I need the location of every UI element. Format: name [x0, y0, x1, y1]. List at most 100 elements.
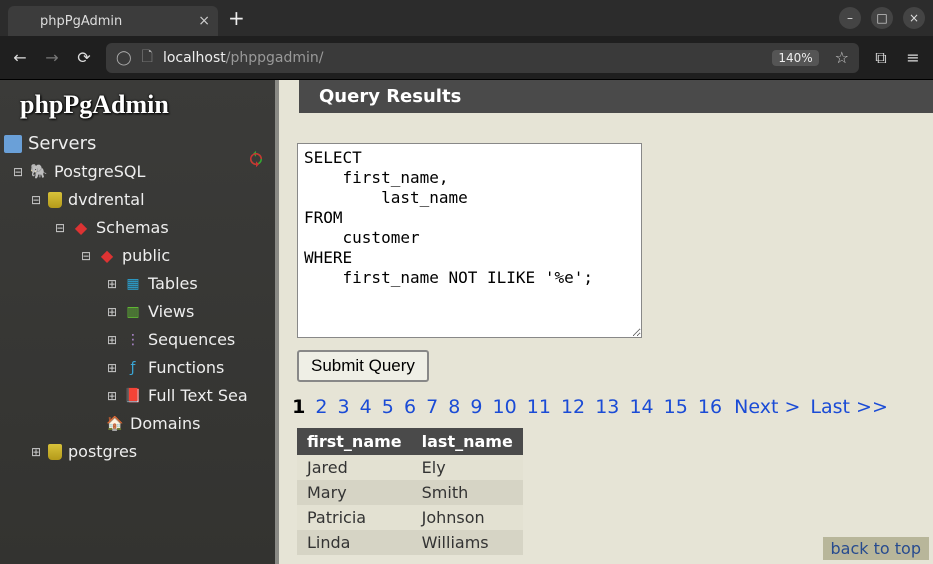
- domains-icon: 🏠: [106, 415, 124, 433]
- table-row: PatriciaJohnson: [297, 505, 523, 530]
- tables-icon: ▦: [124, 275, 142, 293]
- page-title: Query Results: [299, 80, 933, 113]
- sidebar: phpPgAdmin Servers 🐘 PostgreSQL dvdrenta…: [0, 80, 279, 564]
- url-text: localhost/phppgadmin/: [163, 50, 324, 66]
- page-2[interactable]: 2: [315, 396, 327, 418]
- pagination: 1 2 3 4 5 6 7 8 9 10 11 12 13 14 15 16 N…: [279, 396, 899, 418]
- table-row: MarySmith: [297, 480, 523, 505]
- bookmark-star-icon[interactable]: ☆: [835, 48, 849, 67]
- page-16[interactable]: 16: [698, 396, 722, 418]
- toggle-icon[interactable]: [106, 354, 118, 382]
- table-cell: Jared: [297, 455, 412, 480]
- tree-servers[interactable]: Servers: [4, 130, 275, 158]
- page-13[interactable]: 13: [595, 396, 619, 418]
- page-6[interactable]: 6: [404, 396, 416, 418]
- window-titlebar: phpPgAdmin × + – □ ×: [0, 0, 933, 36]
- page-11[interactable]: 11: [527, 396, 551, 418]
- shield-icon: ◯: [116, 50, 132, 66]
- functions-icon: ƒ: [124, 359, 142, 377]
- tree-tables[interactable]: ▦ Tables: [4, 270, 275, 298]
- url-host: localhost: [163, 50, 226, 66]
- tree-fts[interactable]: 📕 Full Text Sea: [4, 382, 275, 410]
- server-icon: [4, 135, 22, 153]
- browser-tab[interactable]: phpPgAdmin ×: [8, 6, 218, 36]
- tree-db-postgres[interactable]: postgres: [4, 438, 275, 466]
- minimize-button[interactable]: –: [839, 7, 861, 29]
- tree-sequences[interactable]: ⋮ Sequences: [4, 326, 275, 354]
- toggle-icon[interactable]: [106, 326, 118, 354]
- back-button[interactable]: ←: [10, 48, 30, 67]
- new-tab-button[interactable]: +: [228, 6, 245, 30]
- toggle-icon[interactable]: [12, 158, 24, 186]
- column-header[interactable]: last_name: [412, 428, 523, 455]
- page-last[interactable]: Last >>: [810, 396, 887, 418]
- table-cell: Mary: [297, 480, 412, 505]
- forward-button[interactable]: →: [42, 48, 62, 67]
- page-1: 1: [292, 396, 305, 418]
- toggle-icon[interactable]: [30, 186, 42, 214]
- tree-schemas[interactable]: ◆ Schemas: [4, 214, 275, 242]
- page-3[interactable]: 3: [338, 396, 350, 418]
- page-15[interactable]: 15: [664, 396, 688, 418]
- fts-icon: 📕: [124, 387, 142, 405]
- table-cell: Linda: [297, 530, 412, 555]
- page-next[interactable]: Next >: [734, 396, 800, 418]
- page-14[interactable]: 14: [629, 396, 653, 418]
- table-cell: Williams: [412, 530, 523, 555]
- tab-title: phpPgAdmin: [40, 14, 190, 29]
- page-12[interactable]: 12: [561, 396, 585, 418]
- page-5[interactable]: 5: [382, 396, 394, 418]
- back-to-top-link[interactable]: back to top: [823, 537, 929, 560]
- pocket-icon[interactable]: ⧉: [871, 48, 891, 68]
- table-cell: Ely: [412, 455, 523, 480]
- postgresql-icon: 🐘: [30, 163, 48, 181]
- page-8[interactable]: 8: [448, 396, 460, 418]
- window-controls: – □ ×: [839, 7, 925, 29]
- views-icon: ▥: [124, 303, 142, 321]
- tab-favicon: [16, 13, 32, 29]
- toggle-icon[interactable]: [106, 298, 118, 326]
- tree-db-dvdrental[interactable]: dvdrental: [4, 186, 275, 214]
- page-10[interactable]: 10: [493, 396, 517, 418]
- results-table: first_namelast_name JaredElyMarySmithPat…: [297, 428, 523, 555]
- tree-views[interactable]: ▥ Views: [4, 298, 275, 326]
- page-7[interactable]: 7: [426, 396, 438, 418]
- toggle-icon[interactable]: [54, 214, 66, 242]
- zoom-badge[interactable]: 140%: [772, 50, 818, 66]
- maximize-button[interactable]: □: [871, 7, 893, 29]
- reload-button[interactable]: ⟳: [74, 48, 94, 67]
- url-path: /phppgadmin/: [226, 50, 324, 66]
- tree-postgresql[interactable]: 🐘 PostgreSQL: [4, 158, 275, 186]
- phppgadmin-logo: phpPgAdmin: [20, 90, 275, 120]
- schemas-icon: ◆: [72, 219, 90, 237]
- menu-icon[interactable]: ≡: [903, 48, 923, 67]
- refresh-tree-icon[interactable]: [247, 150, 265, 168]
- column-header[interactable]: first_name: [297, 428, 412, 455]
- table-cell: Johnson: [412, 505, 523, 530]
- table-row: JaredEly: [297, 455, 523, 480]
- schema-icon: ◆: [98, 247, 116, 265]
- page-9[interactable]: 9: [470, 396, 482, 418]
- database-icon: [48, 192, 62, 208]
- sequences-icon: ⋮: [124, 331, 142, 349]
- tree-functions[interactable]: ƒ Functions: [4, 354, 275, 382]
- browser-toolbar: ← → ⟳ ◯ 🗋 localhost/phppgadmin/ 140% ☆ ⧉…: [0, 36, 933, 80]
- database-icon: [48, 444, 62, 460]
- toggle-icon[interactable]: [80, 242, 92, 270]
- tree-schema-public[interactable]: ◆ public: [4, 242, 275, 270]
- table-cell: Patricia: [297, 505, 412, 530]
- sql-query-input[interactable]: [297, 143, 642, 338]
- submit-query-button[interactable]: Submit Query: [297, 350, 429, 382]
- toggle-icon[interactable]: [106, 382, 118, 410]
- tree-domains[interactable]: 🏠 Domains: [4, 410, 275, 438]
- address-bar[interactable]: ◯ 🗋 localhost/phppgadmin/ 140% ☆: [106, 43, 859, 73]
- toggle-icon[interactable]: [30, 438, 42, 466]
- table-cell: Smith: [412, 480, 523, 505]
- object-tree: Servers 🐘 PostgreSQL dvdrental ◆ Schemas…: [0, 130, 275, 466]
- toggle-icon[interactable]: [106, 270, 118, 298]
- close-window-button[interactable]: ×: [903, 7, 925, 29]
- page-4[interactable]: 4: [360, 396, 372, 418]
- lock-icon: 🗋: [142, 46, 153, 70]
- close-tab-icon[interactable]: ×: [198, 13, 210, 29]
- main-panel: Query Results Submit Query 1 2 3 4 5 6 7…: [279, 80, 933, 564]
